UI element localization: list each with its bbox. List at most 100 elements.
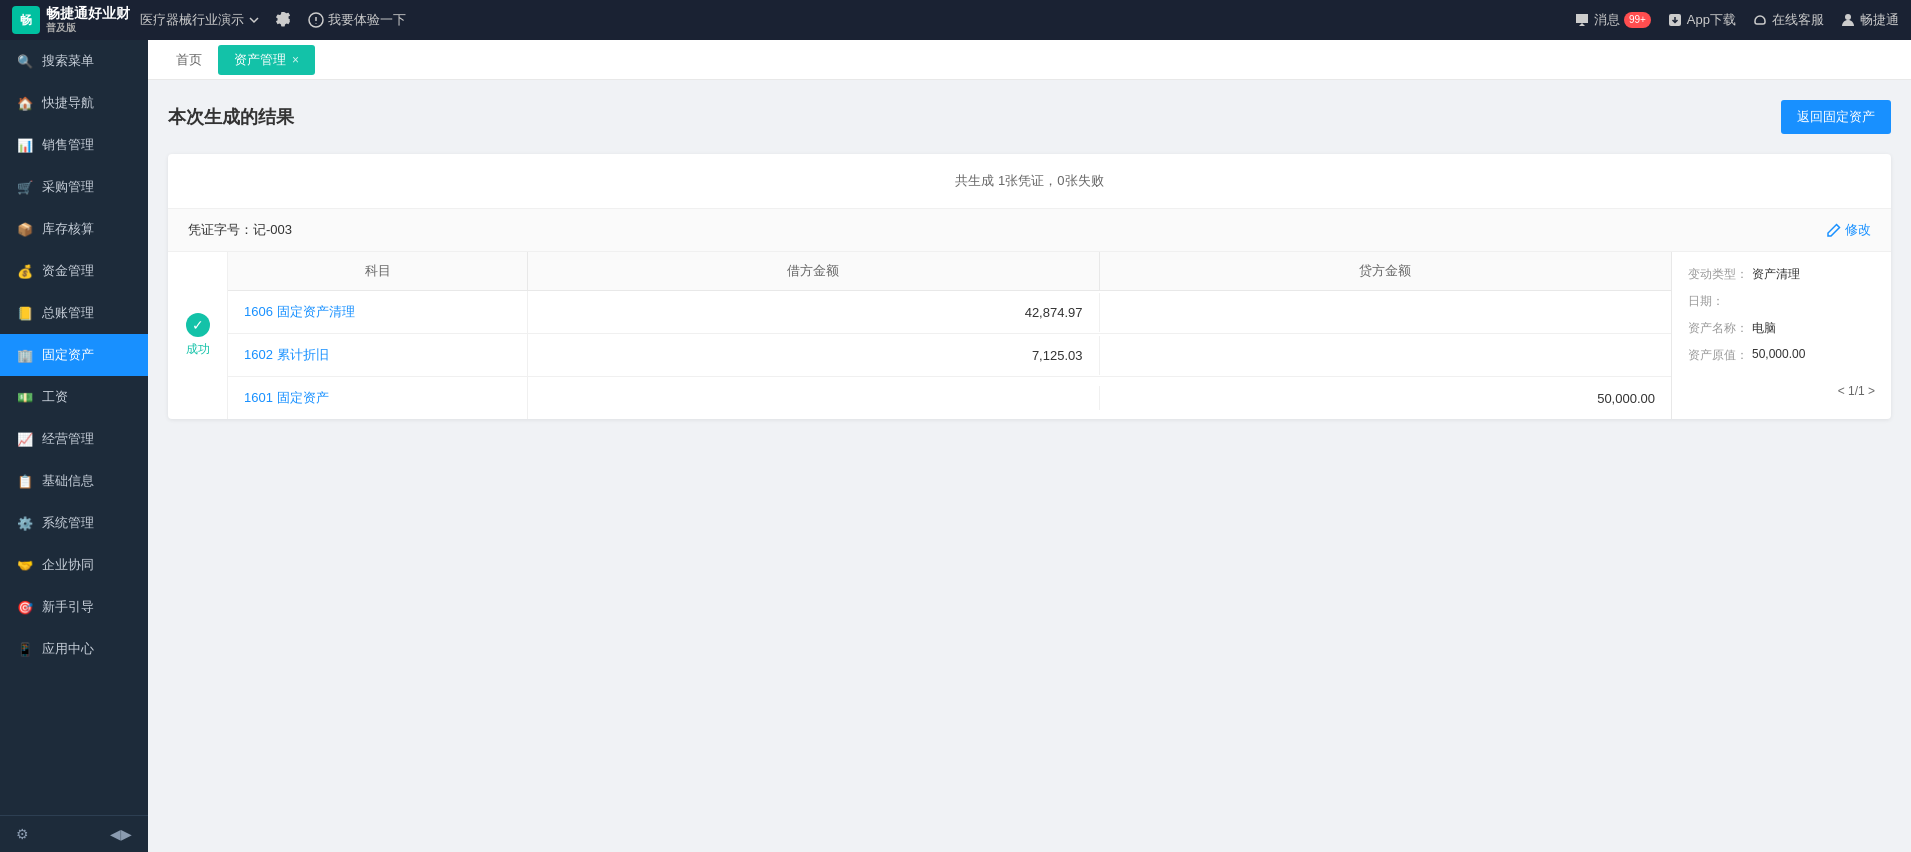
inventory-icon: 📦 bbox=[16, 220, 34, 238]
basic-info-icon: 📋 bbox=[16, 472, 34, 490]
pagination: < 1/1 > bbox=[1688, 384, 1875, 398]
sidebar-label-app-center: 应用中心 bbox=[42, 640, 94, 658]
message-badge: 99+ bbox=[1624, 12, 1651, 28]
tab-close-icon[interactable]: × bbox=[292, 53, 299, 67]
sidebar-label-system: 系统管理 bbox=[42, 514, 94, 532]
asset-original-label: 资产原值： bbox=[1688, 347, 1748, 364]
sidebar-label-fixed-assets: 固定资产 bbox=[42, 346, 94, 364]
experience-label: 我要体验一下 bbox=[328, 11, 406, 29]
page-content: 本次生成的结果 返回固定资产 共生成 1张凭证，0张失败 凭证字号：记-003 … bbox=[148, 80, 1911, 852]
collapse-icon[interactable]: ◀▶ bbox=[110, 826, 132, 842]
sidebar-item-fixed-assets[interactable]: 🏢 固定资产 bbox=[0, 334, 148, 376]
company-selector[interactable]: 医疗器械行业演示 bbox=[140, 11, 260, 29]
table-row: 1602 累计折旧 7,125.03 bbox=[228, 334, 1671, 377]
edit-icon bbox=[1827, 223, 1841, 237]
sidebar-label-sales: 销售管理 bbox=[42, 136, 94, 154]
user-name: 畅捷通 bbox=[1860, 11, 1899, 29]
fund-icon: 💰 bbox=[16, 262, 34, 280]
message-button[interactable]: 消息 99+ bbox=[1574, 11, 1651, 29]
topbar-right: 消息 99+ App下载 在线客服 畅捷通 bbox=[1574, 11, 1899, 29]
sidebar-label-salary: 工资 bbox=[42, 388, 68, 406]
sidebar-label-enterprise: 企业协同 bbox=[42, 556, 94, 574]
sidebar-label-inventory: 库存核算 bbox=[42, 220, 94, 238]
debit-cell: 42,874.97 bbox=[528, 293, 1100, 332]
sidebar-item-search[interactable]: 🔍 搜索菜单 bbox=[0, 40, 148, 82]
table-area: ✓ 成功 科目 借方金额 贷方金额 bbox=[168, 252, 1671, 419]
credit-cell bbox=[1100, 343, 1672, 367]
sidebar-item-quick-nav[interactable]: 🏠 快捷导航 bbox=[0, 82, 148, 124]
sidebar-item-fund[interactable]: 💰 资金管理 bbox=[0, 250, 148, 292]
sidebar-item-system[interactable]: ⚙️ 系统管理 bbox=[0, 502, 148, 544]
voucher-no: 凭证字号：记-003 bbox=[188, 221, 292, 239]
app-download-label: App下载 bbox=[1687, 11, 1736, 29]
user-avatar[interactable]: 畅捷通 bbox=[1840, 11, 1899, 29]
credit-cell: 50,000.00 bbox=[1100, 379, 1672, 418]
ledger-icon: 📒 bbox=[16, 304, 34, 322]
sidebar-label-fund: 资金管理 bbox=[42, 262, 94, 280]
app-center-icon: 📱 bbox=[16, 640, 34, 658]
return-button[interactable]: 返回固定资产 bbox=[1781, 100, 1891, 134]
result-panel: 共生成 1张凭证，0张失败 凭证字号：记-003 修改 bbox=[168, 154, 1891, 419]
change-type-row: 变动类型： 资产清理 bbox=[1688, 266, 1875, 283]
settings-bottom-icon[interactable]: ⚙ bbox=[16, 826, 29, 842]
debit-cell bbox=[528, 386, 1100, 410]
sidebar-label-guide: 新手引导 bbox=[42, 598, 94, 616]
sidebar-item-operation[interactable]: 📈 经营管理 bbox=[0, 418, 148, 460]
table-row: 1601 固定资产 50,000.00 bbox=[228, 377, 1671, 419]
sidebar-item-salary[interactable]: 💵 工资 bbox=[0, 376, 148, 418]
date-row: 日期： bbox=[1688, 293, 1875, 310]
system-icon: ⚙️ bbox=[16, 514, 34, 532]
tab-home[interactable]: 首页 bbox=[164, 45, 214, 75]
sidebar-label-purchase: 采购管理 bbox=[42, 178, 94, 196]
sidebar-item-inventory[interactable]: 📦 库存核算 bbox=[0, 208, 148, 250]
subject-cell[interactable]: 1602 累计折旧 bbox=[228, 334, 528, 376]
asset-name-value: 电脑 bbox=[1752, 320, 1776, 337]
brand: 畅 畅捷通好业财 普及版 bbox=[12, 5, 130, 35]
asset-name-label: 资产名称： bbox=[1688, 320, 1748, 337]
col-subject: 科目 bbox=[228, 252, 528, 290]
status-text: 成功 bbox=[186, 341, 210, 358]
content-area: 首页 资产管理 × 本次生成的结果 返回固定资产 共生成 1张凭证，0张失败 凭… bbox=[148, 40, 1911, 852]
online-service-button[interactable]: 在线客服 bbox=[1752, 11, 1824, 29]
asset-name-row: 资产名称： 电脑 bbox=[1688, 320, 1875, 337]
sidebar-item-sales[interactable]: 📊 销售管理 bbox=[0, 124, 148, 166]
chevron-down-icon bbox=[248, 14, 260, 26]
sidebar-item-purchase[interactable]: 🛒 采购管理 bbox=[0, 166, 148, 208]
brand-icon: 畅 bbox=[12, 6, 40, 34]
tab-bar: 首页 资产管理 × bbox=[148, 40, 1911, 80]
online-service-label: 在线客服 bbox=[1772, 11, 1824, 29]
company-name: 医疗器械行业演示 bbox=[140, 11, 244, 29]
enterprise-icon: 🤝 bbox=[16, 556, 34, 574]
asset-original-row: 资产原值： 50,000.00 bbox=[1688, 347, 1875, 364]
sidebar-item-basic-info[interactable]: 📋 基础信息 bbox=[0, 460, 148, 502]
search-icon: 🔍 bbox=[16, 52, 34, 70]
subject-cell[interactable]: 1606 固定资产清理 bbox=[228, 291, 528, 333]
salary-icon: 💵 bbox=[16, 388, 34, 406]
credit-cell bbox=[1100, 300, 1672, 324]
experience-button[interactable]: 我要体验一下 bbox=[308, 11, 406, 29]
page-title: 本次生成的结果 bbox=[168, 105, 294, 129]
col-credit: 贷方金额 bbox=[1100, 252, 1672, 290]
sidebar-item-guide[interactable]: 🎯 新手引导 bbox=[0, 586, 148, 628]
edit-button[interactable]: 修改 bbox=[1827, 221, 1871, 239]
app-download-button[interactable]: App下载 bbox=[1667, 11, 1736, 29]
date-label: 日期： bbox=[1688, 293, 1724, 310]
message-label: 消息 bbox=[1594, 11, 1620, 29]
table-row: 1606 固定资产清理 42,874.97 bbox=[228, 291, 1671, 334]
edit-label: 修改 bbox=[1845, 221, 1871, 239]
purchase-icon: 🛒 bbox=[16, 178, 34, 196]
voucher-header: 凭证字号：记-003 修改 bbox=[168, 209, 1891, 252]
asset-original-value: 50,000.00 bbox=[1752, 347, 1805, 364]
sidebar-item-ledger[interactable]: 📒 总账管理 bbox=[0, 292, 148, 334]
sidebar-label-quick-nav: 快捷导航 bbox=[42, 94, 94, 112]
sidebar-label-operation: 经营管理 bbox=[42, 430, 94, 448]
subject-cell[interactable]: 1601 固定资产 bbox=[228, 377, 528, 419]
col-debit: 借方金额 bbox=[528, 252, 1100, 290]
sidebar-item-enterprise[interactable]: 🤝 企业协同 bbox=[0, 544, 148, 586]
brand-sub: 普及版 bbox=[46, 21, 130, 35]
sidebar-item-app-center[interactable]: 📱 应用中心 bbox=[0, 628, 148, 670]
settings-icon[interactable] bbox=[270, 6, 298, 34]
tab-assets[interactable]: 资产管理 × bbox=[218, 45, 315, 75]
sidebar: 🔍 搜索菜单 🏠 快捷导航 📊 销售管理 🛒 采购管理 📦 库存核算 💰 资金管… bbox=[0, 40, 148, 852]
voucher-table: 科目 借方金额 贷方金额 1606 固定资产清理 42,874.97 1602 … bbox=[228, 252, 1671, 419]
